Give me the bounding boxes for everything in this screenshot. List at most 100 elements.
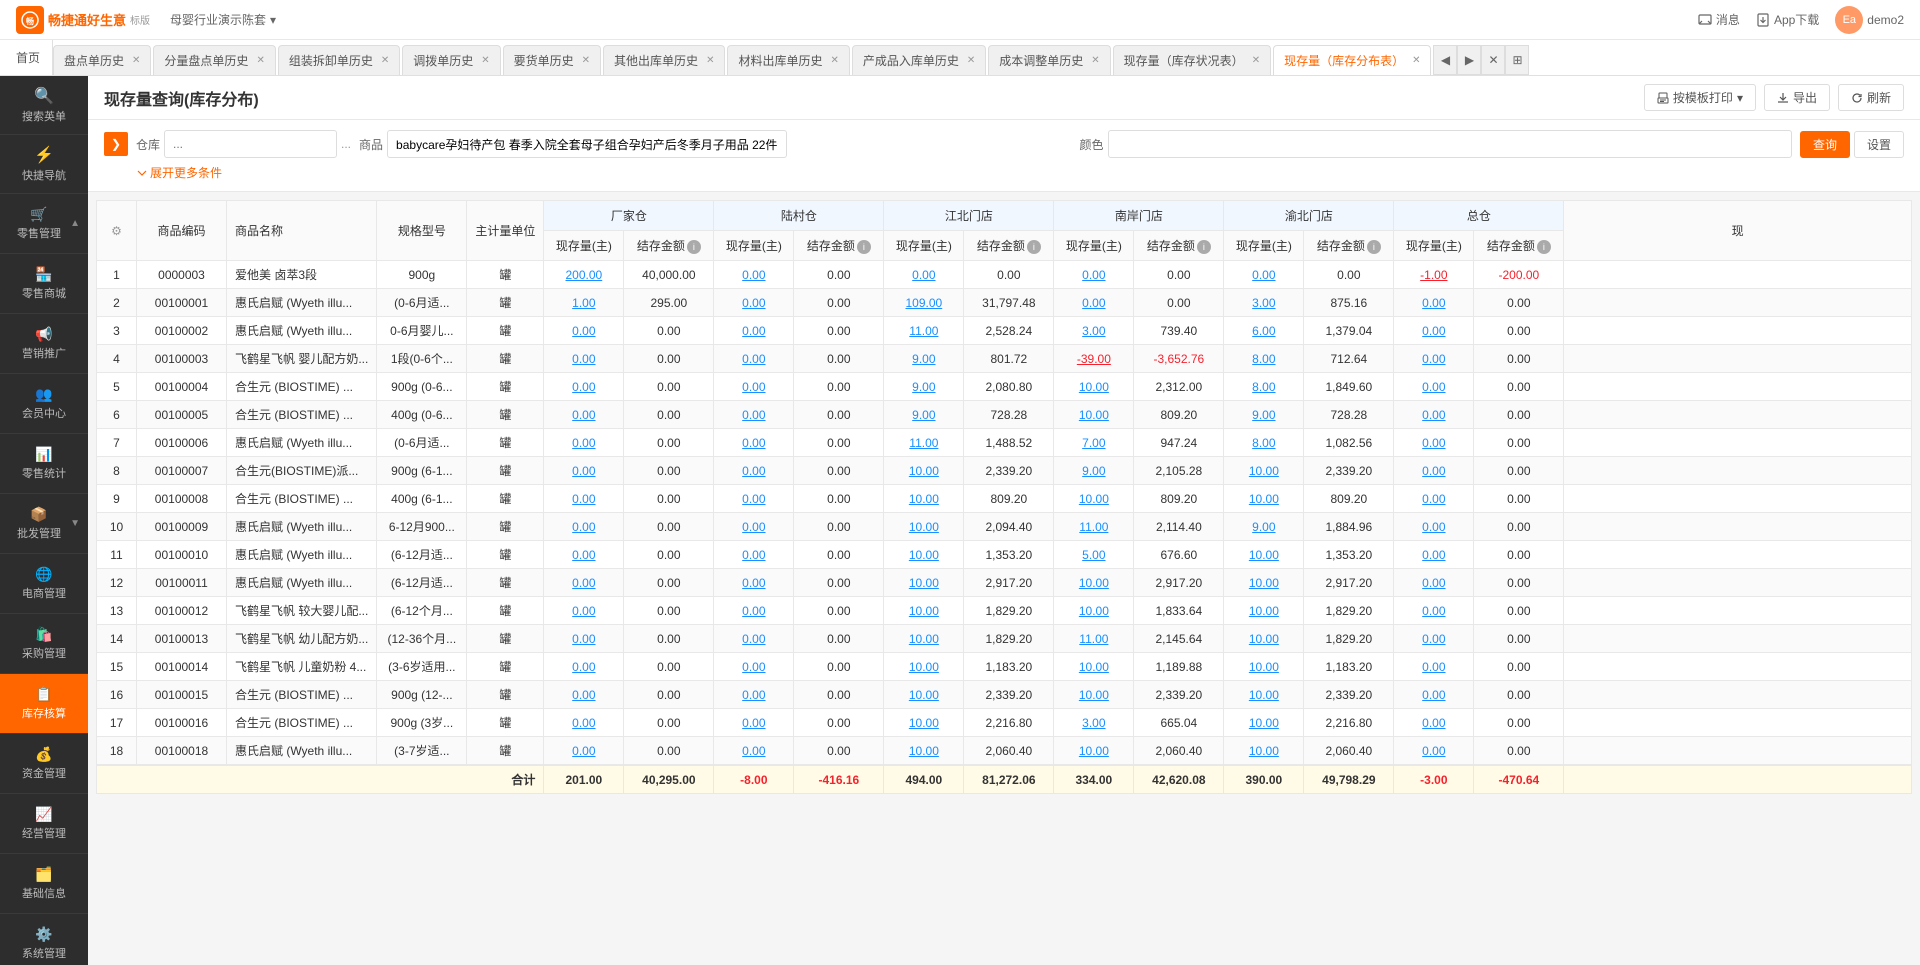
cell-yb-qty[interactable]: 3.00 bbox=[1224, 289, 1304, 317]
cell-yb-qty[interactable]: 9.00 bbox=[1224, 401, 1304, 429]
cell-jb-qty[interactable]: 11.00 bbox=[884, 317, 964, 345]
cell-l-qty[interactable]: 0.00 bbox=[714, 429, 794, 457]
sidebar-item-member[interactable]: 👥 会员中心 bbox=[0, 374, 88, 434]
cell-jb-qty[interactable]: 9.00 bbox=[884, 345, 964, 373]
cell-na-qty[interactable]: 3.00 bbox=[1054, 317, 1134, 345]
cell-t-qty[interactable]: -1.00 bbox=[1394, 261, 1474, 289]
cell-l-qty[interactable]: 0.00 bbox=[714, 345, 794, 373]
cell-f-qty[interactable]: 0.00 bbox=[544, 513, 624, 541]
cell-t-qty[interactable]: 0.00 bbox=[1394, 569, 1474, 597]
color-input[interactable] bbox=[1108, 130, 1792, 158]
cell-t-qty[interactable]: 0.00 bbox=[1394, 317, 1474, 345]
tab-6[interactable]: 材料出库单历史 ✕ bbox=[727, 45, 849, 75]
cell-l-qty[interactable]: 0.00 bbox=[714, 653, 794, 681]
cell-yb-qty[interactable]: 6.00 bbox=[1224, 317, 1304, 345]
tab-close-all-btn[interactable]: ✕ bbox=[1481, 45, 1505, 75]
cell-f-qty[interactable]: 0.00 bbox=[544, 597, 624, 625]
cell-yb-qty[interactable]: 10.00 bbox=[1224, 737, 1304, 766]
industry-selector[interactable]: 母婴行业演示陈套 ▾ bbox=[170, 11, 276, 28]
export-btn[interactable]: 导出 bbox=[1764, 84, 1830, 111]
tab-10[interactable]: 现存量（库存分布表） ✕ bbox=[1273, 45, 1431, 75]
tab-4[interactable]: 要货单历史 ✕ bbox=[503, 45, 601, 75]
cell-l-qty[interactable]: 0.00 bbox=[714, 401, 794, 429]
cell-f-qty[interactable]: 1.00 bbox=[544, 289, 624, 317]
cell-t-qty[interactable]: 0.00 bbox=[1394, 485, 1474, 513]
cell-yb-qty[interactable]: 9.00 bbox=[1224, 513, 1304, 541]
tab-2[interactable]: 组装拆卸单历史 ✕ bbox=[278, 45, 400, 75]
gear-icon[interactable]: ⚙ bbox=[111, 224, 122, 238]
cell-f-qty[interactable]: 0.00 bbox=[544, 737, 624, 766]
cell-na-qty[interactable]: 7.00 bbox=[1054, 429, 1134, 457]
cell-jb-qty[interactable]: 10.00 bbox=[884, 653, 964, 681]
cell-jb-qty[interactable]: 0.00 bbox=[884, 261, 964, 289]
cell-na-qty[interactable]: 10.00 bbox=[1054, 737, 1134, 766]
cell-t-qty[interactable]: 0.00 bbox=[1394, 653, 1474, 681]
cell-l-qty[interactable]: 0.00 bbox=[714, 737, 794, 766]
cell-jb-qty[interactable]: 11.00 bbox=[884, 429, 964, 457]
sidebar-item-base[interactable]: 🗂️ 基础信息 bbox=[0, 854, 88, 914]
cell-l-qty[interactable]: 0.00 bbox=[714, 541, 794, 569]
cell-l-qty[interactable]: 0.00 bbox=[714, 513, 794, 541]
cell-yb-qty[interactable]: 8.00 bbox=[1224, 345, 1304, 373]
cell-f-qty[interactable]: 0.00 bbox=[544, 541, 624, 569]
tab-close-9[interactable]: ✕ bbox=[1252, 55, 1260, 66]
cell-jb-qty[interactable]: 10.00 bbox=[884, 513, 964, 541]
user-avatar[interactable]: Ea demo2 bbox=[1835, 6, 1904, 34]
sidebar-item-ecommerce[interactable]: 🌐 电商管理 bbox=[0, 554, 88, 614]
tab-close-8[interactable]: ✕ bbox=[1091, 55, 1099, 66]
cell-yb-qty[interactable]: 10.00 bbox=[1224, 597, 1304, 625]
cell-l-qty[interactable]: 0.00 bbox=[714, 485, 794, 513]
tab-3[interactable]: 调拨单历史 ✕ bbox=[402, 45, 500, 75]
cell-na-qty[interactable]: 0.00 bbox=[1054, 261, 1134, 289]
cell-t-qty[interactable]: 0.00 bbox=[1394, 597, 1474, 625]
sidebar-item-system[interactable]: ⚙️ 系统管理 bbox=[0, 914, 88, 965]
sidebar-item-finance[interactable]: 💰 资金管理 bbox=[0, 734, 88, 794]
cell-f-qty[interactable]: 0.00 bbox=[544, 401, 624, 429]
cell-f-qty[interactable]: 0.00 bbox=[544, 681, 624, 709]
cell-na-qty[interactable]: 11.00 bbox=[1054, 513, 1134, 541]
sidebar-item-purchase[interactable]: 🛍️ 采购管理 bbox=[0, 614, 88, 674]
cell-f-qty[interactable]: 0.00 bbox=[544, 653, 624, 681]
sidebar-item-retailshop[interactable]: 🏪 零售商城 bbox=[0, 254, 88, 314]
cell-l-qty[interactable]: 0.00 bbox=[714, 709, 794, 737]
print-btn[interactable]: 按模板打印 ▾ bbox=[1644, 84, 1756, 111]
cell-l-qty[interactable]: 0.00 bbox=[714, 457, 794, 485]
cell-jb-qty[interactable]: 10.00 bbox=[884, 569, 964, 597]
cell-t-qty[interactable]: 0.00 bbox=[1394, 681, 1474, 709]
cell-l-qty[interactable]: 0.00 bbox=[714, 597, 794, 625]
cell-na-qty[interactable]: 10.00 bbox=[1054, 653, 1134, 681]
goods-input[interactable] bbox=[387, 130, 787, 158]
cell-f-qty[interactable]: 200.00 bbox=[544, 261, 624, 289]
cell-yb-qty[interactable]: 10.00 bbox=[1224, 681, 1304, 709]
tab-close-3[interactable]: ✕ bbox=[481, 55, 489, 66]
cell-t-qty[interactable]: 0.00 bbox=[1394, 513, 1474, 541]
info-icon-2[interactable]: i bbox=[857, 240, 871, 254]
info-icon-1[interactable]: i bbox=[687, 240, 701, 254]
filter-toggle-btn[interactable]: ❯ bbox=[104, 132, 128, 156]
cell-jb-qty[interactable]: 10.00 bbox=[884, 485, 964, 513]
cell-yb-qty[interactable]: 10.00 bbox=[1224, 457, 1304, 485]
sidebar-item-marketing[interactable]: 📢 营销推广 bbox=[0, 314, 88, 374]
cell-jb-qty[interactable]: 109.00 bbox=[884, 289, 964, 317]
cell-jb-qty[interactable]: 10.00 bbox=[884, 625, 964, 653]
refresh-btn[interactable]: 刷新 bbox=[1838, 84, 1904, 111]
sidebar-item-inventory[interactable]: 📋 库存核算 bbox=[0, 674, 88, 734]
cell-t-qty[interactable]: 0.00 bbox=[1394, 289, 1474, 317]
cell-t-qty[interactable]: 0.00 bbox=[1394, 457, 1474, 485]
tab-1[interactable]: 分量盘点单历史 ✕ bbox=[153, 45, 275, 75]
tab-expand-btn[interactable]: ⊞ bbox=[1505, 45, 1529, 75]
cell-jb-qty[interactable]: 10.00 bbox=[884, 541, 964, 569]
cell-na-qty[interactable]: -39.00 bbox=[1054, 345, 1134, 373]
cell-jb-qty[interactable]: 9.00 bbox=[884, 373, 964, 401]
sidebar-item-wholesale[interactable]: 📦 批发管理 ▼ bbox=[0, 494, 88, 554]
cell-na-qty[interactable]: 10.00 bbox=[1054, 681, 1134, 709]
cell-yb-qty[interactable]: 10.00 bbox=[1224, 625, 1304, 653]
cell-jb-qty[interactable]: 10.00 bbox=[884, 737, 964, 766]
message-btn[interactable]: 消息 bbox=[1698, 11, 1740, 28]
tab-close-2[interactable]: ✕ bbox=[381, 55, 389, 66]
cell-na-qty[interactable]: 10.00 bbox=[1054, 485, 1134, 513]
cell-l-qty[interactable]: 0.00 bbox=[714, 317, 794, 345]
cell-f-qty[interactable]: 0.00 bbox=[544, 457, 624, 485]
cell-f-qty[interactable]: 0.00 bbox=[544, 373, 624, 401]
cell-yb-qty[interactable]: 10.00 bbox=[1224, 541, 1304, 569]
